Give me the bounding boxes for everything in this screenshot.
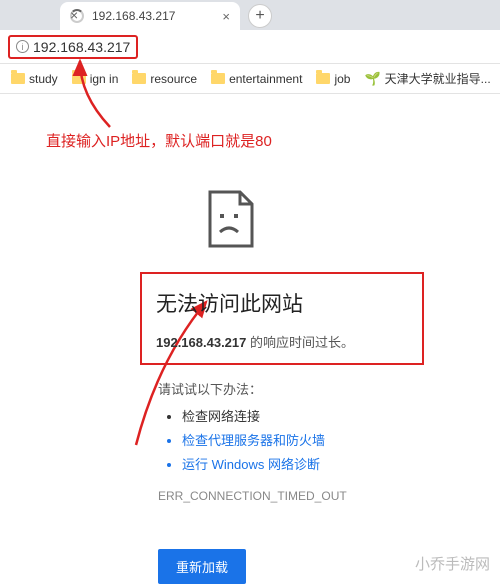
bookmark-folder-job[interactable]: job (311, 69, 355, 89)
folder-icon (72, 73, 86, 84)
bookmark-label: 天津大学就业指导... (385, 70, 491, 87)
bookmarks-bar: study ign in resource entertainment job … (0, 64, 500, 94)
tab-title: 192.168.43.217 (92, 9, 175, 23)
sad-document-icon (206, 190, 256, 248)
address-highlight-box: i 192.168.43.217 (8, 35, 138, 59)
error-page-content: 无法访问此网站 192.168.43.217 的响应时间过长。 请试试以下办法：… (140, 190, 450, 584)
bookmark-folder-study[interactable]: study (6, 69, 63, 89)
folder-icon (316, 73, 330, 84)
address-bar: i 192.168.43.217 (0, 30, 500, 64)
url-text[interactable]: 192.168.43.217 (33, 39, 130, 55)
error-title: 无法访问此网站 (156, 288, 408, 318)
bookmark-label: entertainment (229, 72, 302, 86)
folder-icon (211, 73, 225, 84)
new-tab-button[interactable]: + (248, 4, 272, 28)
error-suggestions: 请试试以下办法： 检查网络连接 检查代理服务器和防火墙 运行 Windows 网… (158, 379, 450, 473)
browser-tab[interactable]: 192.168.43.217 × (60, 2, 240, 30)
error-host: 192.168.43.217 (156, 335, 246, 350)
error-subtext: 192.168.43.217 的响应时间过长。 (156, 332, 408, 351)
suggestion-item: 检查网络连接 (182, 406, 450, 425)
error-highlight-box: 无法访问此网站 192.168.43.217 的响应时间过长。 (140, 272, 424, 365)
annotation-text: 直接输入IP地址，默认端口就是80 (46, 130, 272, 151)
folder-icon (132, 73, 146, 84)
bookmark-folder-entertainment[interactable]: entertainment (206, 69, 307, 89)
bookmark-label: ign in (90, 72, 119, 86)
close-icon[interactable]: × (70, 7, 78, 23)
browser-tab-bar: × 192.168.43.217 × + (0, 0, 500, 30)
bookmark-folder-resource[interactable]: resource (127, 69, 202, 89)
tab-close-icon[interactable]: × (222, 9, 230, 24)
bookmark-label: job (334, 72, 350, 86)
bookmark-label: study (29, 72, 58, 86)
watermark-text: 小乔手游网 (415, 553, 490, 574)
folder-icon (11, 73, 25, 84)
error-subtext-suffix: 的响应时间过长。 (246, 335, 354, 350)
site-info-icon[interactable]: i (16, 40, 29, 53)
error-code: ERR_CONNECTION_TIMED_OUT (158, 489, 450, 503)
suggestion-link-proxy[interactable]: 检查代理服务器和防火墙 (182, 430, 450, 449)
seedling-icon: 🌱 (364, 71, 380, 87)
try-label: 请试试以下办法： (158, 379, 450, 398)
bookmark-folder-signin[interactable]: ign in (67, 69, 124, 89)
bookmark-label: resource (150, 72, 197, 86)
suggestion-link-diagnostics[interactable]: 运行 Windows 网络诊断 (182, 454, 450, 473)
reload-button[interactable]: 重新加载 (158, 549, 246, 584)
bookmark-link-tju[interactable]: 🌱 天津大学就业指导... (359, 67, 495, 90)
